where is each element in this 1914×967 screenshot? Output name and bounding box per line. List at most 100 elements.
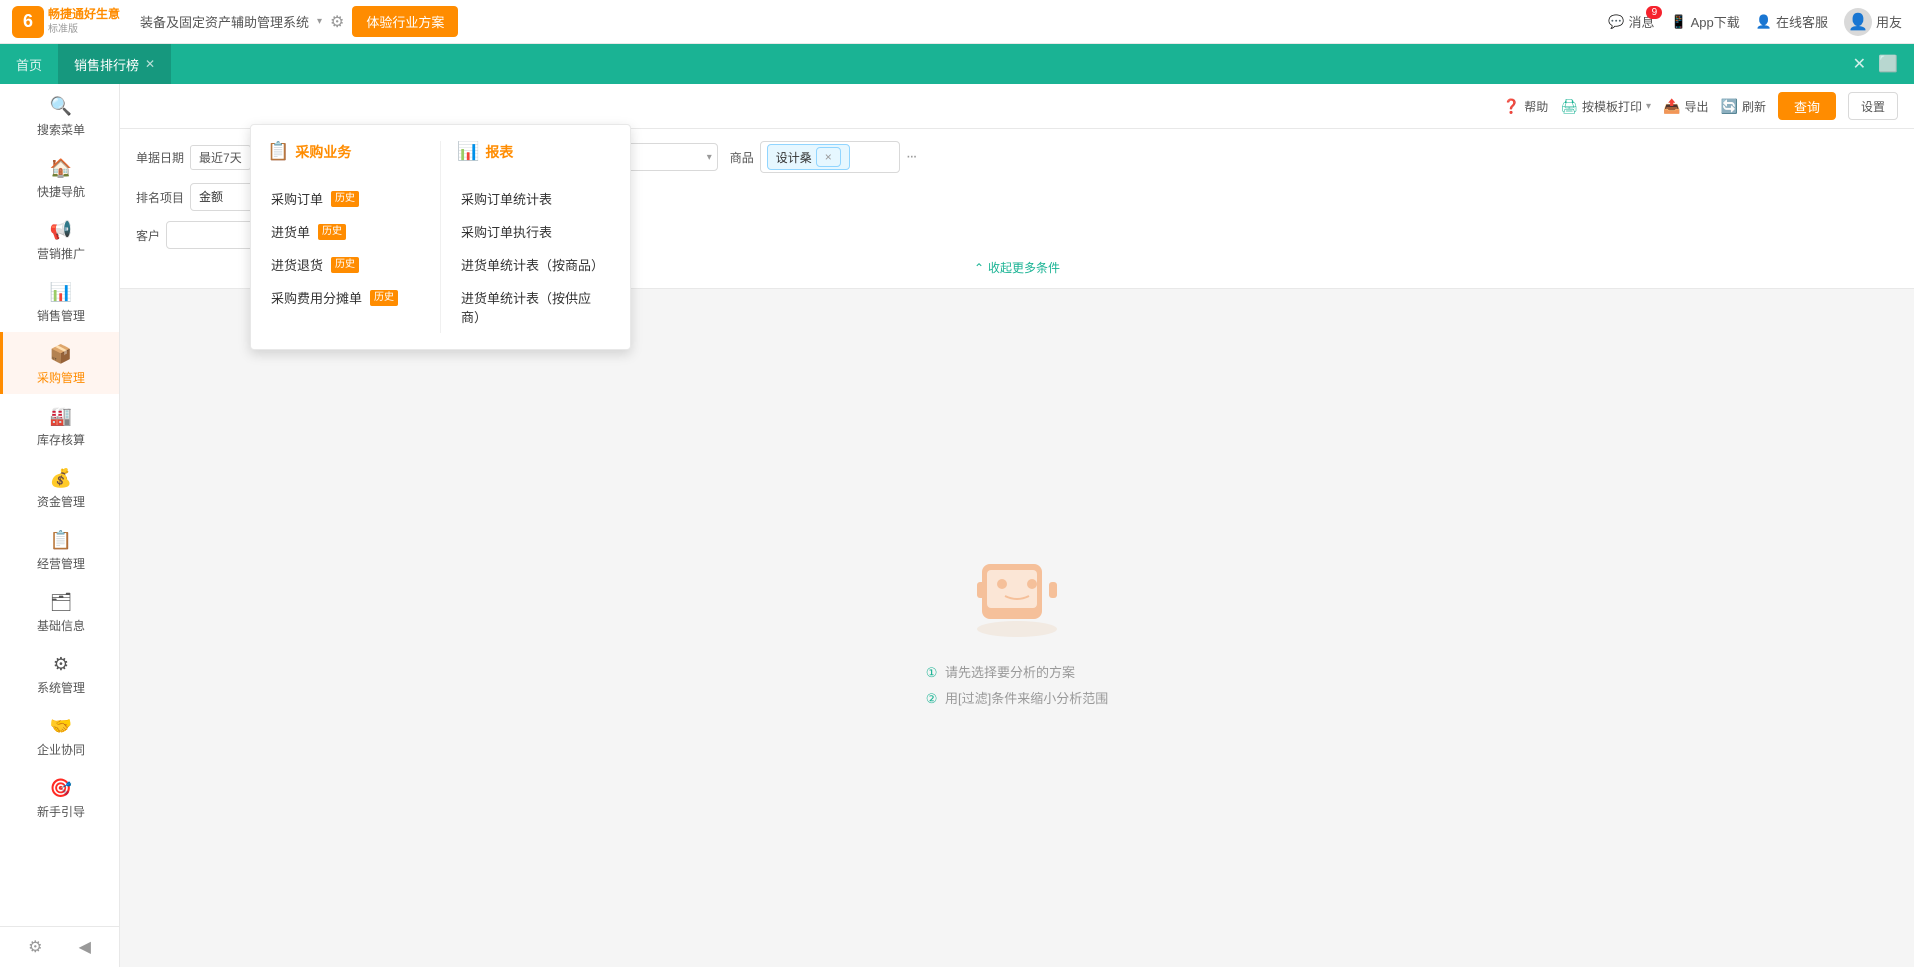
purchase-icon: 📦 (50, 344, 72, 365)
sidebar-item-finance[interactable]: 💰 资金管理 (0, 456, 119, 518)
operation-icon: 📋 (50, 530, 72, 551)
help-btn[interactable]: ❓ 帮助 (1503, 98, 1548, 115)
finance-icon: 💰 (50, 468, 72, 489)
user-label: 用友 (1876, 12, 1902, 31)
refresh-icon: 🔄 (1721, 98, 1738, 115)
stock-return-label: 进货退货 (271, 255, 323, 274)
stock-return-history-badge: 历史 (331, 257, 359, 273)
main-layout: 🔍 搜索菜单 🏠 快捷导航 📢 营销推广 📊 销售管理 📦 采购管理 🏭 库存核… (0, 84, 1914, 967)
message-badge: 9 (1646, 6, 1662, 19)
purchase-expense-history-badge: 历史 (370, 290, 398, 306)
dropdown-item-purchase-expense[interactable]: 采购费用分摊单 历史 (267, 281, 424, 314)
sidebar-item-search[interactable]: 🔍 搜索菜单 (0, 84, 119, 146)
search-menu-icon: 🔍 (50, 96, 72, 117)
purchase-order-exec-label: 采购订单执行表 (461, 222, 552, 241)
inventory-icon: 🏭 (50, 406, 72, 427)
dropdown-divider (440, 141, 441, 333)
dropdown-item-stock-stats-by-supplier[interactable]: 进货单统计表（按供应商） (457, 281, 614, 333)
refresh-label: 刷新 (1742, 98, 1766, 115)
sidebar-item-basic-info[interactable]: 🗂 基础信息 (0, 580, 119, 642)
sidebar-collapse-btn[interactable]: ◀ (79, 937, 91, 957)
purchase-order-stats-label: 采购订单统计表 (461, 189, 552, 208)
app-download-action[interactable]: 📱 App下载 (1670, 12, 1739, 31)
settings-btn[interactable]: 设置 (1848, 92, 1898, 120)
help-icon: ❓ (1503, 98, 1520, 115)
sidebar-label-finance: 资金管理 (37, 493, 85, 510)
quick-nav-icon: 🏠 (50, 158, 72, 179)
export-icon: 📤 (1663, 98, 1680, 115)
dropdown-item-purchase-order[interactable]: 采购订单 历史 (267, 182, 424, 215)
stock-in-label: 进货单 (271, 222, 310, 241)
report-col-title: 📊 报表 (457, 141, 614, 170)
industry-btn[interactable]: 体验行业方案 (352, 6, 458, 37)
dropdown-purchase-col: 📋 采购业务 采购订单 历史 进货单 历史 进货退货 历史 (267, 141, 424, 333)
tab-actions: ✕ ⬜ (1837, 50, 1914, 78)
refresh-btn[interactable]: 🔄 刷新 (1721, 98, 1766, 115)
sidebar-label-marketing: 营销推广 (37, 245, 85, 262)
dropdown-overlay[interactable]: 📋 采购业务 采购订单 历史 进货单 历史 进货退货 历史 (120, 124, 1914, 967)
sidebar-item-purchase[interactable]: 📦 采购管理 (0, 332, 119, 394)
logo-line1: 畅捷通好生意 (48, 7, 120, 23)
tab-bar: 首页 销售排行榜 ✕ ✕ ⬜ (0, 44, 1914, 84)
purchase-order-label: 采购订单 (271, 189, 323, 208)
system-title: 装备及固定资产辅助管理系统 (140, 12, 309, 31)
header-settings-icon[interactable]: ⚙ (330, 12, 344, 32)
content-toolbar: ❓ 帮助 🖨 按模板打印 ▾ 📤 导出 🔄 刷新 查询 设置 (120, 84, 1914, 129)
sidebar-item-system[interactable]: ⚙ 系统管理 (0, 642, 119, 704)
dropdown-item-stock-stats-by-goods[interactable]: 进货单统计表（按商品） (457, 248, 614, 281)
stock-stats-by-goods-label: 进货单统计表（按商品） (461, 255, 604, 274)
message-icon: 💬 (1608, 14, 1624, 30)
purchase-col-title: 📋 采购业务 (267, 141, 424, 170)
tab-sales-ranking[interactable]: 销售排行榜 ✕ (58, 44, 171, 84)
tab-home[interactable]: 首页 (0, 44, 58, 84)
sales-icon: 📊 (50, 282, 72, 303)
sidebar-item-operation[interactable]: 📋 经营管理 (0, 518, 119, 580)
logo-icon: 6 (12, 6, 44, 38)
query-btn[interactable]: 查询 (1778, 92, 1836, 120)
dropdown-item-purchase-order-exec[interactable]: 采购订单执行表 (457, 215, 614, 248)
app-label: App下载 (1691, 12, 1740, 31)
sidebar-item-inventory[interactable]: 🏭 库存核算 (0, 394, 119, 456)
print-btn[interactable]: 🖨 按模板打印 ▾ (1560, 98, 1651, 115)
sidebar-label-cooperation: 企业协同 (37, 741, 85, 758)
message-action[interactable]: 💬 消息 9 (1608, 12, 1654, 31)
export-label: 导出 (1685, 98, 1709, 115)
sidebar-bottom: ⚙ ◀ (0, 926, 119, 967)
sidebar-label-guide: 新手引导 (37, 803, 85, 820)
sidebar-label-search: 搜索菜单 (37, 121, 85, 138)
header-right: 💬 消息 9 📱 App下载 👤 在线客服 👤 用友 (1608, 8, 1902, 36)
top-header: 6 畅捷通好生意 标准版 装备及固定资产辅助管理系统 ▾ ⚙ 体验行业方案 💬 … (0, 0, 1914, 44)
sidebar-label-inventory: 库存核算 (37, 431, 85, 448)
dropdown-menu: 📋 采购业务 采购订单 历史 进货单 历史 进货退货 历史 (250, 124, 631, 350)
stock-stats-by-supplier-label: 进货单统计表（按供应商） (461, 288, 610, 326)
sidebar: 🔍 搜索菜单 🏠 快捷导航 📢 营销推广 📊 销售管理 📦 采购管理 🏭 库存核… (0, 84, 120, 967)
tab-maximize-btn[interactable]: ⬜ (1874, 50, 1902, 78)
service-label: 在线客服 (1776, 12, 1828, 31)
main-content: ❓ 帮助 🖨 按模板打印 ▾ 📤 导出 🔄 刷新 查询 设置 (120, 84, 1914, 967)
dropdown-item-stock-return[interactable]: 进货退货 历史 (267, 248, 424, 281)
online-service-action[interactable]: 👤 在线客服 (1756, 12, 1828, 31)
tab-close-icon[interactable]: ✕ (145, 57, 155, 71)
help-label: 帮助 (1524, 98, 1548, 115)
sidebar-settings-btn[interactable]: ⚙ (28, 937, 42, 957)
tab-close-window-btn[interactable]: ✕ (1849, 50, 1870, 78)
sidebar-label-sales: 销售管理 (37, 307, 85, 324)
dropdown-item-purchase-order-stats[interactable]: 采购订单统计表 (457, 182, 614, 215)
purchase-col-icon: 📋 (267, 141, 289, 162)
system-dropdown-arrow[interactable]: ▾ (317, 16, 322, 27)
export-btn[interactable]: 📤 导出 (1663, 98, 1708, 115)
sidebar-item-marketing[interactable]: 📢 营销推广 (0, 208, 119, 270)
sidebar-item-cooperation[interactable]: 🤝 企业协同 (0, 704, 119, 766)
system-icon: ⚙ (53, 654, 69, 675)
sidebar-item-quick-nav[interactable]: 🏠 快捷导航 (0, 146, 119, 208)
report-col-title-text: 报表 (485, 142, 513, 162)
purchase-order-history-badge: 历史 (331, 191, 359, 207)
tab-sales-ranking-label: 销售排行榜 (74, 55, 139, 74)
dropdown-item-stock-in[interactable]: 进货单 历史 (267, 215, 424, 248)
sidebar-item-guide[interactable]: 🎯 新手引导 (0, 766, 119, 828)
sidebar-item-sales[interactable]: 📊 销售管理 (0, 270, 119, 332)
logo-area: 6 畅捷通好生意 标准版 (12, 6, 132, 38)
print-dropdown-icon[interactable]: ▾ (1646, 101, 1651, 112)
user-action[interactable]: 👤 用友 (1844, 8, 1902, 36)
print-icon: 🖨 (1560, 98, 1578, 115)
